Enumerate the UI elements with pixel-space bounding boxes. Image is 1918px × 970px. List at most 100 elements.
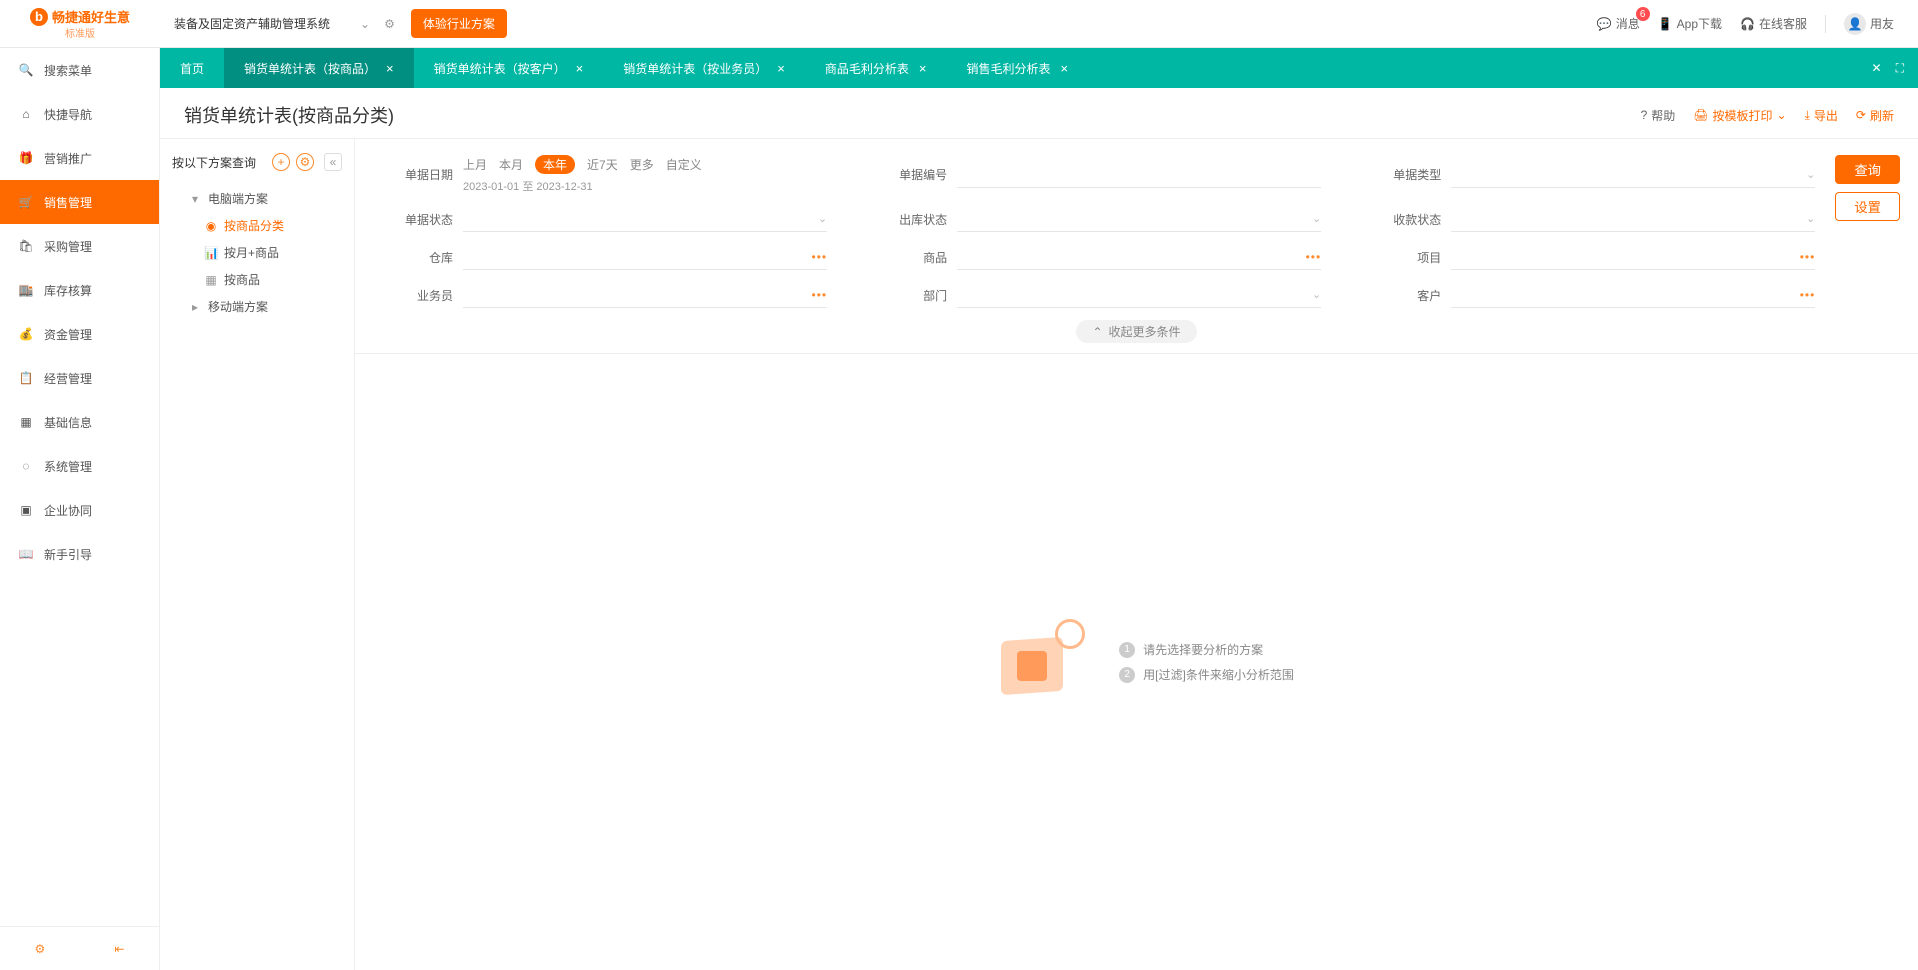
collapse-panel-icon[interactable]: « (324, 153, 342, 171)
brand-edition: 标准版 (65, 25, 95, 40)
tree-leaf-product-category[interactable]: ◉按商品分类 (166, 212, 348, 239)
sidebar-item-sales[interactable]: 🛒销售管理 (0, 180, 159, 224)
tab-report-salesman[interactable]: 销货单统计表（按业务员）× (603, 48, 805, 88)
settings-icon[interactable]: ⚙ (35, 942, 46, 956)
date-opt-custom[interactable]: 自定义 (666, 156, 702, 173)
tab-report-customer[interactable]: 销货单统计表（按客户）× (414, 48, 604, 88)
close-icon[interactable]: × (1060, 61, 1068, 76)
user-menu[interactable]: 👤 用友 (1844, 13, 1894, 35)
filter-salesman: 业务员••• (363, 282, 827, 308)
headset-icon: 🎧 (1740, 17, 1755, 31)
filter-out-status: 出库状态⌄ (857, 206, 1321, 232)
tree-node-mobile[interactable]: ▸移动端方案 (166, 293, 348, 320)
sidebar-item-system[interactable]: ◌系统管理 (0, 444, 159, 488)
service-button[interactable]: 🎧 在线客服 (1740, 15, 1807, 32)
more-icon: ••• (1800, 250, 1816, 264)
more-icon: ••• (812, 250, 828, 264)
close-icon[interactable]: × (576, 61, 584, 76)
print-icon: 🖨 (1693, 108, 1708, 122)
gift-icon: 🎁 (18, 151, 34, 165)
project-picker[interactable]: ••• (1451, 244, 1815, 270)
print-button[interactable]: 🖨按模板打印 ⌄ (1693, 107, 1786, 124)
tree-node-desktop[interactable]: ▾电脑端方案 (166, 185, 348, 212)
add-scheme-icon[interactable]: + (272, 153, 290, 171)
date-opt-lastmonth[interactable]: 上月 (463, 156, 487, 173)
fullscreen-icon[interactable]: ⛶ (1896, 61, 1904, 76)
date-opt-thismonth[interactable]: 本月 (499, 156, 523, 173)
sidebar-footer: ⚙ ⇤ (0, 926, 159, 970)
filter-customer: 客户••• (1351, 282, 1815, 308)
messages-button[interactable]: 💬 消息 6 (1597, 15, 1640, 32)
sidebar-item-operation[interactable]: 📋经营管理 (0, 356, 159, 400)
chat-icon: 💬 (1597, 17, 1612, 31)
close-icon[interactable]: × (386, 61, 394, 76)
scheme-settings-icon[interactable]: ⚙ (296, 153, 314, 171)
phone-icon: 📱 (1658, 17, 1673, 31)
sidebar-item-purchase[interactable]: 🛍采购管理 (0, 224, 159, 268)
app-download-button[interactable]: 📱 App下载 (1658, 15, 1722, 32)
chevron-down-icon: ⌄ (1312, 212, 1321, 225)
sidebar-item-inventory[interactable]: 🏬库存核算 (0, 268, 159, 312)
empty-step-1: 1请先选择要分析的方案 (1119, 641, 1294, 658)
warehouse-picker[interactable]: ••• (463, 244, 827, 270)
doc-type-select[interactable]: ⌄ (1451, 162, 1815, 188)
sidebar-item-guide[interactable]: 📖新手引导 (0, 532, 159, 576)
user-name: 用友 (1870, 15, 1894, 32)
sidebar-item-marketing[interactable]: 🎁营销推广 (0, 136, 159, 180)
more-icon: ••• (1800, 288, 1816, 302)
empty-illustration (979, 617, 1089, 707)
close-all-icon[interactable]: ✕ (1872, 61, 1882, 75)
tab-profit-sales[interactable]: 销售毛利分析表× (946, 48, 1088, 88)
search-button[interactable]: 查询 (1835, 155, 1900, 184)
sidebar-item-quicknav[interactable]: ⌂快捷导航 (0, 92, 159, 136)
table-icon: ▦ (204, 273, 218, 287)
scheme-panel: 按以下方案查询 + ⚙ « ▾电脑端方案 ◉按商品分类 📊按月+商品 ▦按商品 … (160, 139, 355, 970)
tree-leaf-month-product[interactable]: 📊按月+商品 (166, 239, 348, 266)
sidebar-item-search[interactable]: 🔍搜索菜单 (0, 48, 159, 92)
system-selector[interactable]: 装备及固定资产辅助管理系统 ⌄ (160, 15, 384, 32)
messages-badge: 6 (1636, 7, 1650, 21)
cart-icon: 🛒 (18, 195, 34, 209)
refresh-button[interactable]: ⟳刷新 (1856, 107, 1894, 124)
export-button[interactable]: ⤓导出 (1805, 107, 1838, 124)
tab-report-product[interactable]: 销货单统计表（按商品）× (224, 48, 414, 88)
bag-icon: 🛍 (18, 239, 34, 253)
gear-icon[interactable]: ⚙ (384, 17, 395, 31)
date-opt-more[interactable]: 更多 (630, 156, 654, 173)
chevron-down-icon: ⌄ (1312, 288, 1321, 301)
tab-home[interactable]: 首页 (160, 48, 224, 88)
chevron-down-icon: ⌄ (1777, 108, 1787, 122)
sidebar-item-collab[interactable]: ▣企业协同 (0, 488, 159, 532)
help-button[interactable]: ?帮助 (1641, 107, 1676, 124)
customer-picker[interactable]: ••• (1451, 282, 1815, 308)
salesman-picker[interactable]: ••• (463, 282, 827, 308)
pay-status-select[interactable]: ⌄ (1451, 206, 1815, 232)
date-opt-thisyear[interactable]: 本年 (535, 155, 575, 174)
filter-doc-type: 单据类型⌄ (1351, 155, 1815, 194)
scheme-title: 按以下方案查询 (172, 154, 266, 171)
tab-profit-product[interactable]: 商品毛利分析表× (805, 48, 947, 88)
caret-down-icon: ▾ (188, 192, 202, 206)
out-status-select[interactable]: ⌄ (957, 206, 1321, 232)
trial-button[interactable]: 体验行业方案 (411, 9, 507, 38)
collapse-filters-button[interactable]: ⌃收起更多条件 (1076, 320, 1196, 343)
close-icon[interactable]: × (919, 61, 927, 76)
setting-button[interactable]: 设置 (1835, 192, 1900, 221)
collapse-sidebar-icon[interactable]: ⇤ (114, 942, 124, 956)
chevron-down-icon: ⌄ (1806, 168, 1815, 181)
sidebar-item-basic[interactable]: ▦基础信息 (0, 400, 159, 444)
product-picker[interactable]: ••• (957, 244, 1321, 270)
doc-no-input[interactable] (957, 162, 1321, 188)
home-icon: ⌂ (18, 107, 34, 121)
book-icon: 📖 (18, 547, 34, 561)
topbar: b畅捷通好生意 标准版 装备及固定资产辅助管理系统 ⌄ ⚙ 体验行业方案 💬 消… (0, 0, 1918, 48)
doc-status-select[interactable]: ⌄ (463, 206, 827, 232)
more-icon: ••• (812, 288, 828, 302)
close-icon[interactable]: × (777, 61, 785, 76)
link-icon: ▣ (18, 503, 34, 517)
date-opt-7days[interactable]: 近7天 (587, 156, 618, 173)
page-header: 销货单统计表(按商品分类) ?帮助 🖨按模板打印 ⌄ ⤓导出 ⟳刷新 (160, 88, 1918, 138)
tree-leaf-product[interactable]: ▦按商品 (166, 266, 348, 293)
dept-select[interactable]: ⌄ (957, 282, 1321, 308)
sidebar-item-funds[interactable]: 💰资金管理 (0, 312, 159, 356)
